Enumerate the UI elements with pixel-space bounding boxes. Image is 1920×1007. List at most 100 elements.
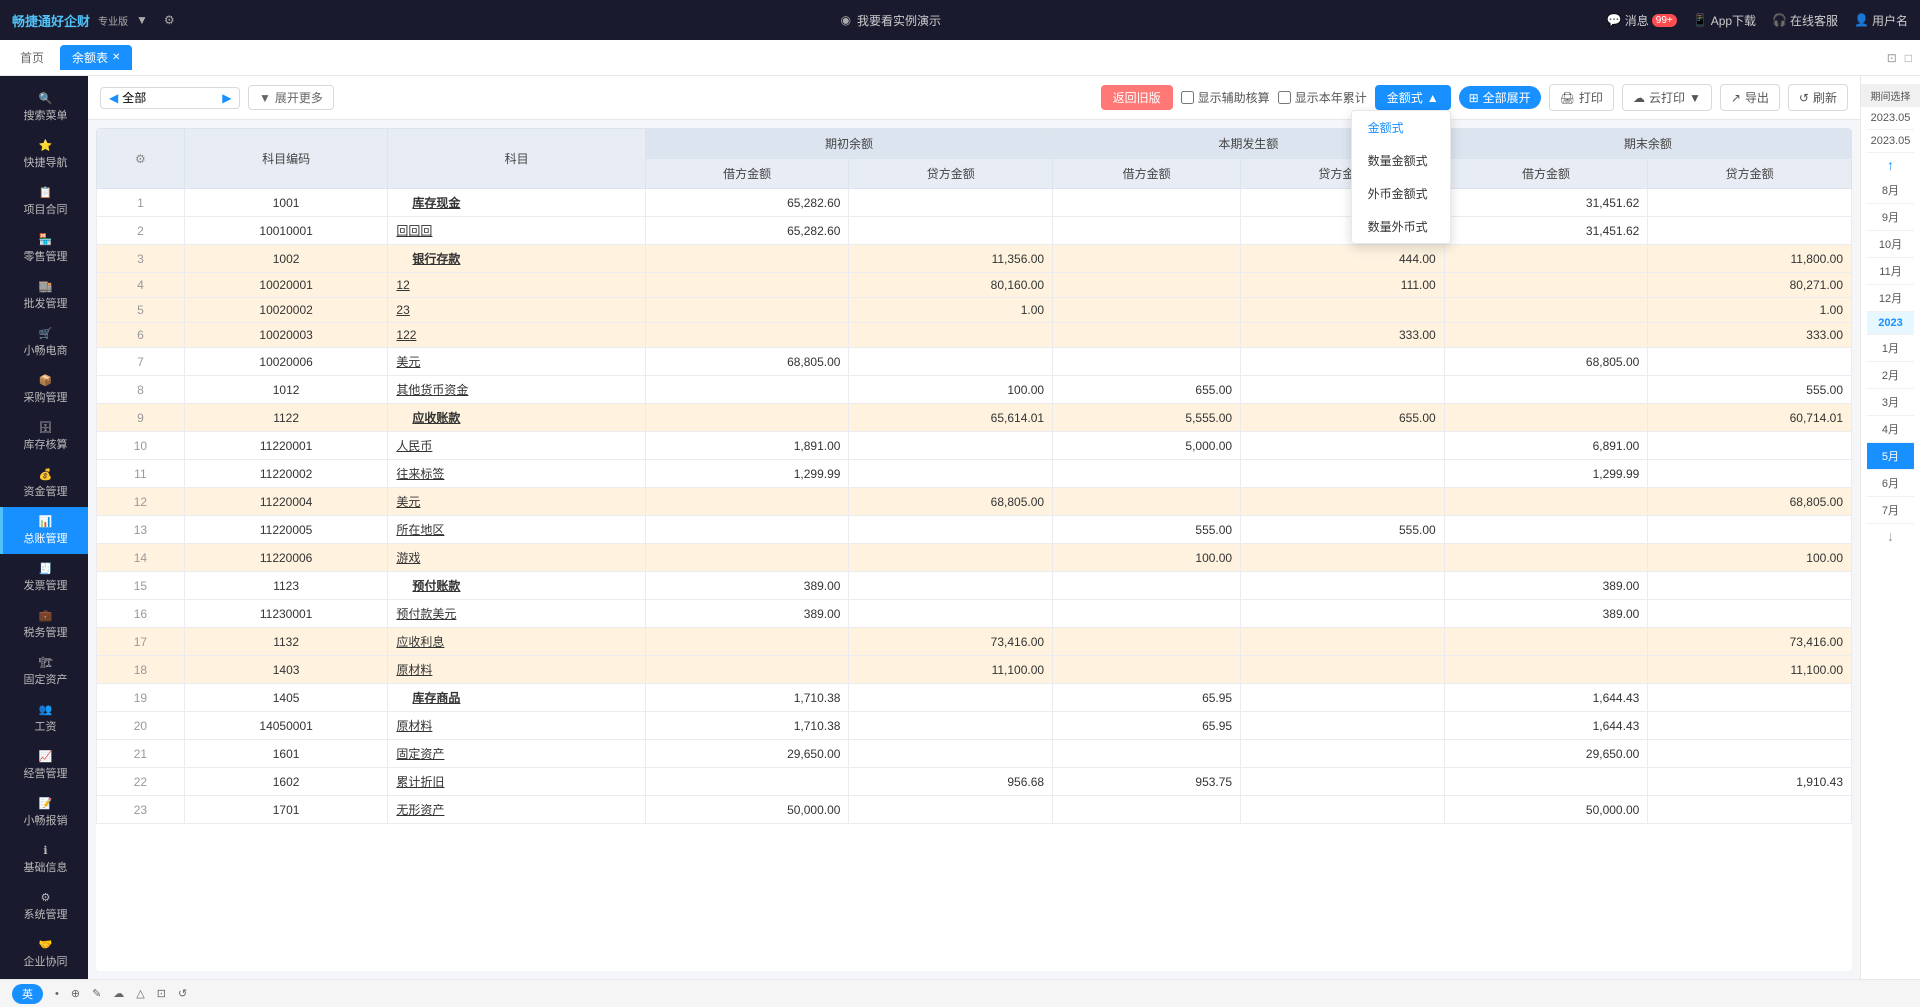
sidebar-item-search[interactable]: 🔍 搜索菜单 [0,84,88,131]
row-subject[interactable]: 库存现金 [388,189,645,217]
sidebar-item-payroll[interactable]: 👥 工资 [0,695,88,742]
search-input[interactable] [122,91,222,105]
sidebar-item-collab[interactable]: 🤝 企业协同 [0,930,88,977]
message-btn[interactable]: 💬 消息 99+ [1607,12,1677,29]
row-subject[interactable]: 美元 [388,488,645,516]
row-subject[interactable]: 预付款美元 [388,600,645,628]
period-item-5[interactable]: 10月 [1867,231,1915,258]
period-item-13[interactable]: 5月 [1867,443,1915,470]
sidebar-item-project[interactable]: 📋 项目合同 [0,178,88,225]
row-subject[interactable]: 原材料 [388,656,645,684]
row-subject[interactable]: 固定资产 [388,740,645,768]
cloud-print-btn[interactable]: ☁ 云打印 ▼ [1622,84,1712,111]
row-subject[interactable]: 库存商品 [388,684,645,712]
sidebar-item-assets[interactable]: 🏗 固定资产 [0,648,88,695]
period-item-12[interactable]: 4月 [1867,416,1915,443]
dropdown-item-qty-foreign[interactable]: 数量外币式 [1352,210,1450,243]
settings-col-header[interactable]: ⚙ [97,129,185,189]
row-subject[interactable]: 原材料 [388,712,645,740]
period-item-9[interactable]: 1月 [1867,335,1915,362]
app-download-btn[interactable]: 📱 App下载 [1693,12,1756,29]
expand-more-btn[interactable]: ▼ 展开更多 [248,85,334,110]
sidebar-item-purchase[interactable]: 📦 采购管理 [0,366,88,413]
sidebar-item-inventory[interactable]: 🗄 库存核算 [0,413,88,460]
sidebar-item-basic[interactable]: ℹ 基础信息 [0,836,88,883]
sidebar-item-system[interactable]: ⚙ 系统管理 [0,883,88,930]
row-subject[interactable]: 122 [388,323,645,348]
period-item-6[interactable]: 11月 [1867,258,1915,285]
row-subject[interactable]: 美元 [388,348,645,376]
sidebar-item-ledger[interactable]: 📊 总账管理 [0,507,88,554]
sidebar-item-funds[interactable]: 💰 资金管理 [0,460,88,507]
sidebar-item-expense[interactable]: 📝 小畅报销 [0,789,88,836]
dropdown-item-amount[interactable]: 金额式 [1352,111,1450,144]
row-subject[interactable]: 累计折旧 [388,768,645,796]
row-subject[interactable]: 预付账款 [388,572,645,600]
tab-balance[interactable]: 余额表 ✕ [60,45,132,70]
forward-arrow-icon[interactable]: ▶ [222,91,231,105]
triangle-btn[interactable]: △ [136,987,144,1000]
show-helper-checkbox[interactable]: 显示辅助核算 [1181,89,1270,106]
period-item-3[interactable]: 8月 [1867,177,1915,204]
grid-btn[interactable]: ⊡ [157,987,166,1000]
back-arrow-icon[interactable]: ◀ [109,91,118,105]
add-btn[interactable]: ⊕ [71,987,80,1000]
period-item-4[interactable]: 9月 [1867,204,1915,231]
expand-all-btn[interactable]: ⊞ 全部展开 [1459,86,1541,109]
table-settings-icon[interactable]: ⚙ [135,152,146,166]
row-subject[interactable]: 游戏 [388,544,645,572]
sidebar-item-ecom[interactable]: 🛒 小畅电商 [0,319,88,366]
demo-text[interactable]: 我要看实例演示 [857,12,941,29]
win-max-btn[interactable]: □ [1905,51,1912,65]
tab-close-btn[interactable]: ✕ [112,52,120,63]
period-item-14[interactable]: 6月 [1867,470,1915,497]
row-subject[interactable]: 无形资产 [388,796,645,824]
period-item-7[interactable]: 12月 [1867,285,1915,312]
row-subject[interactable]: 12 [388,273,645,298]
sidebar-item-wholesale[interactable]: 🏬 批发管理 [0,272,88,319]
period-item-8[interactable]: 2023 [1867,312,1915,335]
dropdown-icon[interactable]: ▼ [136,13,148,27]
row-subject[interactable]: 银行存款 [388,245,645,273]
print-btn[interactable]: 🖨 打印 [1549,84,1614,111]
edit-btn[interactable]: ✎ [92,987,101,1000]
online-service-btn[interactable]: 🎧 在线客服 [1772,12,1838,29]
row-subject[interactable]: 人民币 [388,432,645,460]
dropdown-item-foreign-amount[interactable]: 外币金额式 [1352,177,1450,210]
settings-icon[interactable]: ⚙ [164,13,175,27]
cloud-btn[interactable]: ☁ [113,987,124,1000]
row-subject[interactable]: 应收账款 [388,404,645,432]
sync-btn[interactable]: ↺ [178,987,187,1000]
refresh-btn[interactable]: ↺ 刷新 [1788,84,1848,111]
export-btn[interactable]: ↗ 导出 [1720,84,1780,111]
period-item-11[interactable]: 3月 [1867,389,1915,416]
sidebar-item-retail[interactable]: 🏪 零售管理 [0,225,88,272]
dropdown-item-qty-amount[interactable]: 数量金额式 [1352,144,1450,177]
back-old-btn[interactable]: 返回旧版 [1101,85,1173,110]
row-subject[interactable]: 其他货币资金 [388,376,645,404]
sidebar-item-nav[interactable]: ⭐ 快捷导航 [0,131,88,178]
sidebar-item-tax[interactable]: 💼 税务管理 [0,601,88,648]
row-subject[interactable]: 所在地区 [388,516,645,544]
row-subject[interactable]: 往来标签 [388,460,645,488]
period-item-16[interactable]: ↓ [1867,524,1915,548]
win-restore-btn[interactable]: ⊡ [1887,51,1897,65]
period-item-15[interactable]: 7月 [1867,497,1915,524]
search-box[interactable]: ◀ ▶ [100,87,240,109]
sidebar-item-invoice[interactable]: 🧾 发票管理 [0,554,88,601]
tab-home[interactable]: 首页 [8,45,56,70]
lang-btn[interactable]: 英 [12,984,43,1004]
ytd-checkbox-input[interactable] [1278,91,1291,104]
row-subject[interactable]: 回回回 [388,217,645,245]
row-subject[interactable]: 23 [388,298,645,323]
row-subject[interactable]: 应收利息 [388,628,645,656]
user-avatar[interactable]: 👤 用户名 [1854,12,1908,29]
period-item-1[interactable]: 2023.05 [1867,130,1915,153]
period-item-0[interactable]: 2023.05 [1867,107,1915,130]
period-item-2[interactable]: ↑ [1867,153,1915,177]
amount-mode-btn[interactable]: 金额式 ▲ [1375,85,1451,110]
show-ytd-checkbox[interactable]: 显示本年累计 [1278,89,1367,106]
period-item-10[interactable]: 2月 [1867,362,1915,389]
helper-checkbox-input[interactable] [1181,91,1194,104]
sidebar-item-ops[interactable]: 📈 经营管理 [0,742,88,789]
